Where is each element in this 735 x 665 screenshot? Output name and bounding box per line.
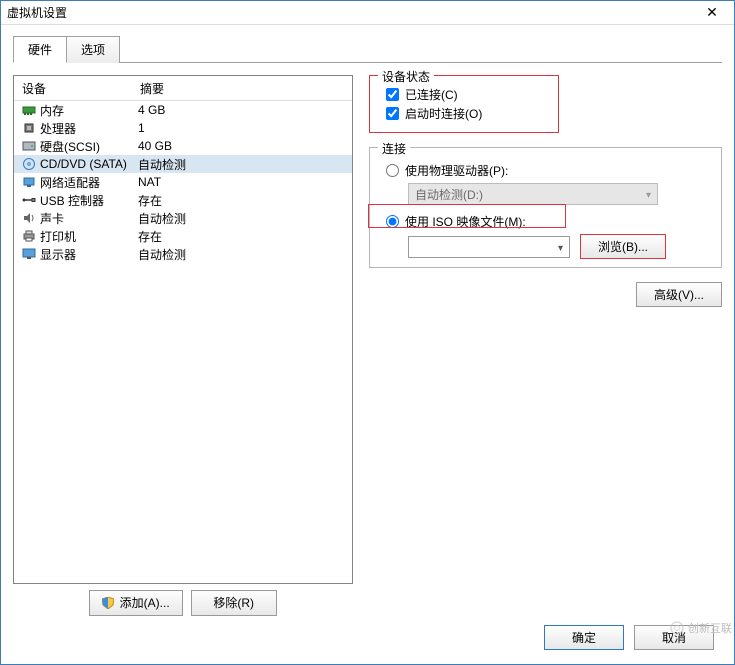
advanced-button-label: 高级(V)... xyxy=(654,288,704,302)
ok-button-label: 确定 xyxy=(572,631,596,645)
content-area: 硬件 选项 设备 摘要 内存 4 GB xyxy=(1,25,734,664)
monitor-icon xyxy=(20,248,38,260)
connected-label: 已连接(C) xyxy=(405,86,458,103)
watermark: 创新互联 xyxy=(670,620,732,636)
connected-row: 已连接(C) xyxy=(380,86,548,103)
device-display-label: 显示器 xyxy=(38,246,138,263)
titlebar: 虚拟机设置 ✕ xyxy=(1,1,734,25)
device-harddisk-summary: 40 GB xyxy=(138,139,346,153)
device-row-printer[interactable]: 打印机 存在 xyxy=(14,227,352,245)
tab-strip: 硬件 选项 xyxy=(13,35,722,63)
device-row-display[interactable]: 显示器 自动检测 xyxy=(14,245,352,263)
window-title: 虚拟机设置 xyxy=(7,4,67,21)
device-memory-summary: 4 GB xyxy=(138,103,346,117)
col-device: 设备 xyxy=(22,80,140,97)
network-icon xyxy=(20,176,38,188)
use-physical-radio[interactable] xyxy=(386,164,399,177)
device-list: 设备 摘要 内存 4 GB 处理器 1 xyxy=(13,75,353,584)
device-processor-label: 处理器 xyxy=(38,120,138,137)
advanced-button[interactable]: 高级(V)... xyxy=(636,282,722,307)
device-usb-label: USB 控制器 xyxy=(38,192,138,209)
device-status-legend: 设备状态 xyxy=(378,68,434,85)
device-buttons: 添加(A)... 移除(R) xyxy=(13,590,353,616)
device-row-processor[interactable]: 处理器 1 xyxy=(14,119,352,137)
browse-button[interactable]: 浏览(B)... xyxy=(580,234,666,259)
device-row-usb[interactable]: USB 控制器 存在 xyxy=(14,191,352,209)
cpu-icon xyxy=(20,121,38,135)
shield-icon xyxy=(102,597,114,612)
remove-button-label: 移除(R) xyxy=(213,596,254,610)
device-row-sound[interactable]: 声卡 自动检测 xyxy=(14,209,352,227)
hdd-icon xyxy=(20,140,38,152)
logo-icon xyxy=(670,621,684,635)
use-iso-row: 使用 ISO 映像文件(M): xyxy=(380,213,711,230)
device-row-network[interactable]: 网络适配器 NAT xyxy=(14,173,352,191)
tab-hardware-label: 硬件 xyxy=(28,43,52,57)
device-display-summary: 自动检测 xyxy=(138,246,346,263)
tab-body: 设备 摘要 内存 4 GB 处理器 1 xyxy=(13,63,722,616)
device-cddvd-summary: 自动检测 xyxy=(138,156,346,173)
device-row-memory[interactable]: 内存 4 GB xyxy=(14,101,352,119)
disc-icon xyxy=(20,157,38,171)
iso-browse-row: ▾ 浏览(B)... xyxy=(380,234,711,259)
connection-group: 连接 使用物理驱动器(P): 自动检测(D:) ▾ 使用 ISO 映像文件(M)… xyxy=(369,147,722,268)
device-processor-summary: 1 xyxy=(138,121,346,135)
tab-hardware[interactable]: 硬件 xyxy=(13,36,67,63)
device-usb-summary: 存在 xyxy=(138,192,346,209)
device-printer-label: 打印机 xyxy=(38,228,138,245)
device-printer-summary: 存在 xyxy=(138,228,346,245)
device-memory-label: 内存 xyxy=(38,102,138,119)
device-cddvd-label: CD/DVD (SATA) xyxy=(38,157,138,171)
add-button[interactable]: 添加(A)... xyxy=(89,590,182,616)
left-panel: 设备 摘要 内存 4 GB 处理器 1 xyxy=(13,75,353,616)
connection-legend: 连接 xyxy=(378,140,410,157)
device-status-group: 设备状态 已连接(C) 启动时连接(O) xyxy=(369,75,559,133)
right-panel: 设备状态 已连接(C) 启动时连接(O) 连接 使用物理驱动器(P): xyxy=(369,75,722,616)
device-sound-label: 声卡 xyxy=(38,210,138,227)
ok-button[interactable]: 确定 xyxy=(544,625,624,650)
tab-options-label: 选项 xyxy=(81,43,105,57)
device-network-summary: NAT xyxy=(138,175,346,189)
vm-settings-window: 虚拟机设置 ✕ 硬件 选项 设备 摘要 内存 4 xyxy=(0,0,735,665)
device-row-harddisk[interactable]: 硬盘(SCSI) 40 GB xyxy=(14,137,352,155)
device-network-label: 网络适配器 xyxy=(38,174,138,191)
close-icon[interactable]: ✕ xyxy=(698,4,726,21)
connect-at-poweron-checkbox[interactable] xyxy=(386,107,399,120)
device-harddisk-label: 硬盘(SCSI) xyxy=(38,138,138,155)
physical-drive-value: 自动检测(D:) xyxy=(415,186,483,203)
chevron-down-icon: ▾ xyxy=(646,190,651,201)
use-iso-label: 使用 ISO 映像文件(M): xyxy=(405,213,526,230)
usb-icon xyxy=(20,194,38,206)
iso-path-combo[interactable]: ▾ xyxy=(408,236,570,258)
speaker-icon xyxy=(20,212,38,224)
connect-at-poweron-row: 启动时连接(O) xyxy=(380,105,548,122)
col-summary: 摘要 xyxy=(140,80,344,97)
memory-icon xyxy=(20,104,38,116)
printer-icon xyxy=(20,230,38,242)
advanced-row: 高级(V)... xyxy=(369,282,722,307)
device-list-header: 设备 摘要 xyxy=(14,76,352,101)
chevron-down-icon: ▾ xyxy=(558,243,563,254)
use-physical-row: 使用物理驱动器(P): xyxy=(380,162,711,179)
remove-button[interactable]: 移除(R) xyxy=(191,590,277,616)
connect-at-poweron-label: 启动时连接(O) xyxy=(405,105,482,122)
add-button-label: 添加(A)... xyxy=(120,596,170,610)
use-physical-label: 使用物理驱动器(P): xyxy=(405,162,508,179)
watermark-text: 创新互联 xyxy=(688,620,732,636)
device-row-cddvd[interactable]: CD/DVD (SATA) 自动检测 xyxy=(14,155,352,173)
connected-checkbox[interactable] xyxy=(386,88,399,101)
device-rows: 内存 4 GB 处理器 1 硬盘(SCSI) 40 GB xyxy=(14,101,352,263)
device-sound-summary: 自动检测 xyxy=(138,210,346,227)
browse-button-label: 浏览(B)... xyxy=(598,240,648,254)
tab-options[interactable]: 选项 xyxy=(66,36,120,63)
physical-drive-combo: 自动检测(D:) ▾ xyxy=(408,183,658,205)
dialog-footer: 确定 取消 xyxy=(13,616,722,658)
use-iso-radio[interactable] xyxy=(386,215,399,228)
